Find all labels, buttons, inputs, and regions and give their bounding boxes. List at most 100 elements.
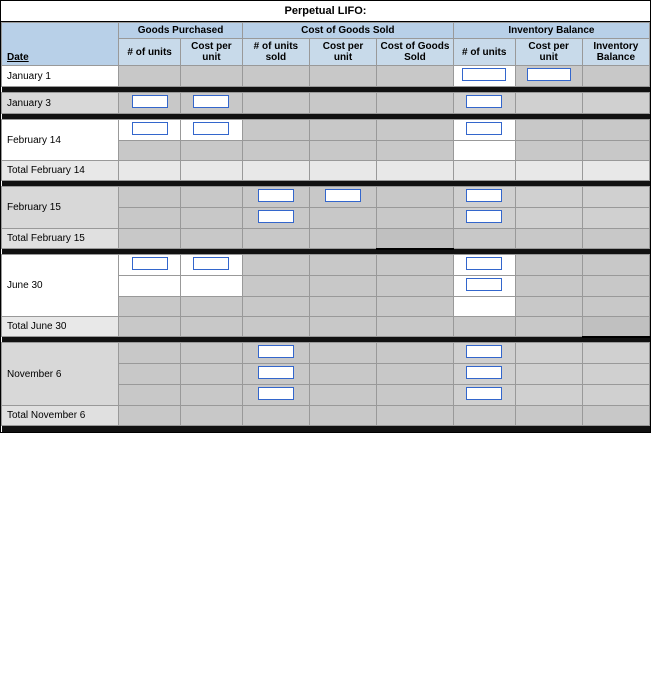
input-cell — [181, 343, 243, 364]
units-sold-input[interactable] — [258, 189, 294, 202]
input-cell — [582, 161, 649, 181]
input-cell — [515, 406, 582, 426]
input-cell — [309, 385, 376, 406]
inv-units-input[interactable] — [466, 122, 502, 135]
inv-units-input[interactable] — [466, 345, 502, 358]
total-row: Total February 14 — [2, 161, 650, 181]
input-cell — [181, 406, 243, 426]
inv-units-input[interactable] — [466, 257, 502, 270]
units-sold-input[interactable] — [258, 387, 294, 400]
input-cell — [582, 317, 649, 337]
date-cell: February 14 — [2, 120, 119, 161]
cost-sold-input[interactable] — [325, 189, 361, 202]
input-cell — [309, 406, 376, 426]
input-cell — [309, 187, 376, 208]
input-cell — [119, 120, 181, 141]
input-cell — [119, 187, 181, 208]
input-cell — [377, 161, 454, 181]
input-cell — [181, 141, 243, 161]
input-cell — [582, 297, 649, 317]
input-cell — [453, 276, 515, 297]
input-cell — [515, 255, 582, 276]
inv-units-input[interactable] — [466, 387, 502, 400]
inv-units-input[interactable] — [466, 366, 502, 379]
input-cell — [377, 141, 454, 161]
inv-units-input[interactable] — [462, 68, 506, 81]
input-cell — [119, 343, 181, 364]
input-cell — [309, 161, 376, 181]
input-cell — [309, 120, 376, 141]
inv-units-input[interactable] — [466, 278, 502, 291]
units-header: # of units — [119, 39, 181, 66]
section-divider — [2, 426, 650, 432]
input-cell — [582, 343, 649, 364]
input-cell — [377, 317, 454, 337]
input-cell — [515, 141, 582, 161]
inv-units-header: # of units — [453, 39, 515, 66]
input-cell — [309, 66, 376, 87]
units-sold-input[interactable] — [258, 210, 294, 223]
input-cell — [453, 66, 515, 87]
purch-cost-input[interactable] — [193, 122, 229, 135]
input-cell — [453, 343, 515, 364]
input-cell — [181, 255, 243, 276]
input-cell — [181, 229, 243, 249]
input-cell — [377, 255, 454, 276]
input-cell — [453, 385, 515, 406]
purch-cost-input[interactable] — [193, 95, 229, 108]
input-cell — [119, 66, 181, 87]
input-cell — [119, 276, 181, 297]
units-sold-input[interactable] — [258, 366, 294, 379]
input-cell — [309, 255, 376, 276]
table-row: February 15 — [2, 187, 650, 208]
input-cell — [377, 385, 454, 406]
input-cell — [515, 66, 582, 87]
inv-units-input[interactable] — [466, 189, 502, 202]
input-cell — [453, 120, 515, 141]
purch-units-input[interactable] — [132, 95, 168, 108]
table-row: February 14 — [2, 120, 650, 141]
purch-units-input[interactable] — [132, 122, 168, 135]
input-cell — [242, 187, 309, 208]
input-cell — [119, 364, 181, 385]
input-cell — [119, 297, 181, 317]
input-cell — [453, 187, 515, 208]
input-cell — [515, 343, 582, 364]
input-cell — [119, 229, 181, 249]
input-cell — [309, 93, 376, 114]
input-cell — [515, 297, 582, 317]
inv-balance-header: Inventory Balance — [582, 39, 649, 66]
table-row: November 6 — [2, 343, 650, 364]
inv-units-input[interactable] — [466, 95, 502, 108]
table-row: June 30 — [2, 255, 650, 276]
input-cell — [309, 343, 376, 364]
input-cell — [515, 161, 582, 181]
units-sold-input[interactable] — [258, 345, 294, 358]
input-cell — [515, 317, 582, 337]
input-cell — [582, 120, 649, 141]
input-cell — [515, 93, 582, 114]
input-cell — [242, 385, 309, 406]
input-cell — [309, 229, 376, 249]
units-sold-header: # of units sold — [242, 39, 309, 66]
purch-units-input[interactable] — [132, 257, 168, 270]
input-cell — [453, 317, 515, 337]
inv-cost-input[interactable] — [527, 68, 571, 81]
input-cell — [119, 385, 181, 406]
table-row: January 1 — [2, 66, 650, 87]
input-cell — [309, 317, 376, 337]
input-cell — [242, 297, 309, 317]
input-cell — [309, 141, 376, 161]
input-cell — [242, 161, 309, 181]
input-cell — [582, 385, 649, 406]
purch-cost-input[interactable] — [193, 257, 229, 270]
input-cell — [377, 120, 454, 141]
perpetual-lifo-table: Perpetual LIFO: Date Goods Purchased Cos… — [0, 0, 651, 433]
input-cell — [582, 276, 649, 297]
input-cell — [181, 66, 243, 87]
input-cell — [582, 208, 649, 229]
total-row: Total June 30 — [2, 317, 650, 337]
input-cell — [582, 229, 649, 249]
inv-units-input[interactable] — [466, 210, 502, 223]
input-cell — [377, 93, 454, 114]
